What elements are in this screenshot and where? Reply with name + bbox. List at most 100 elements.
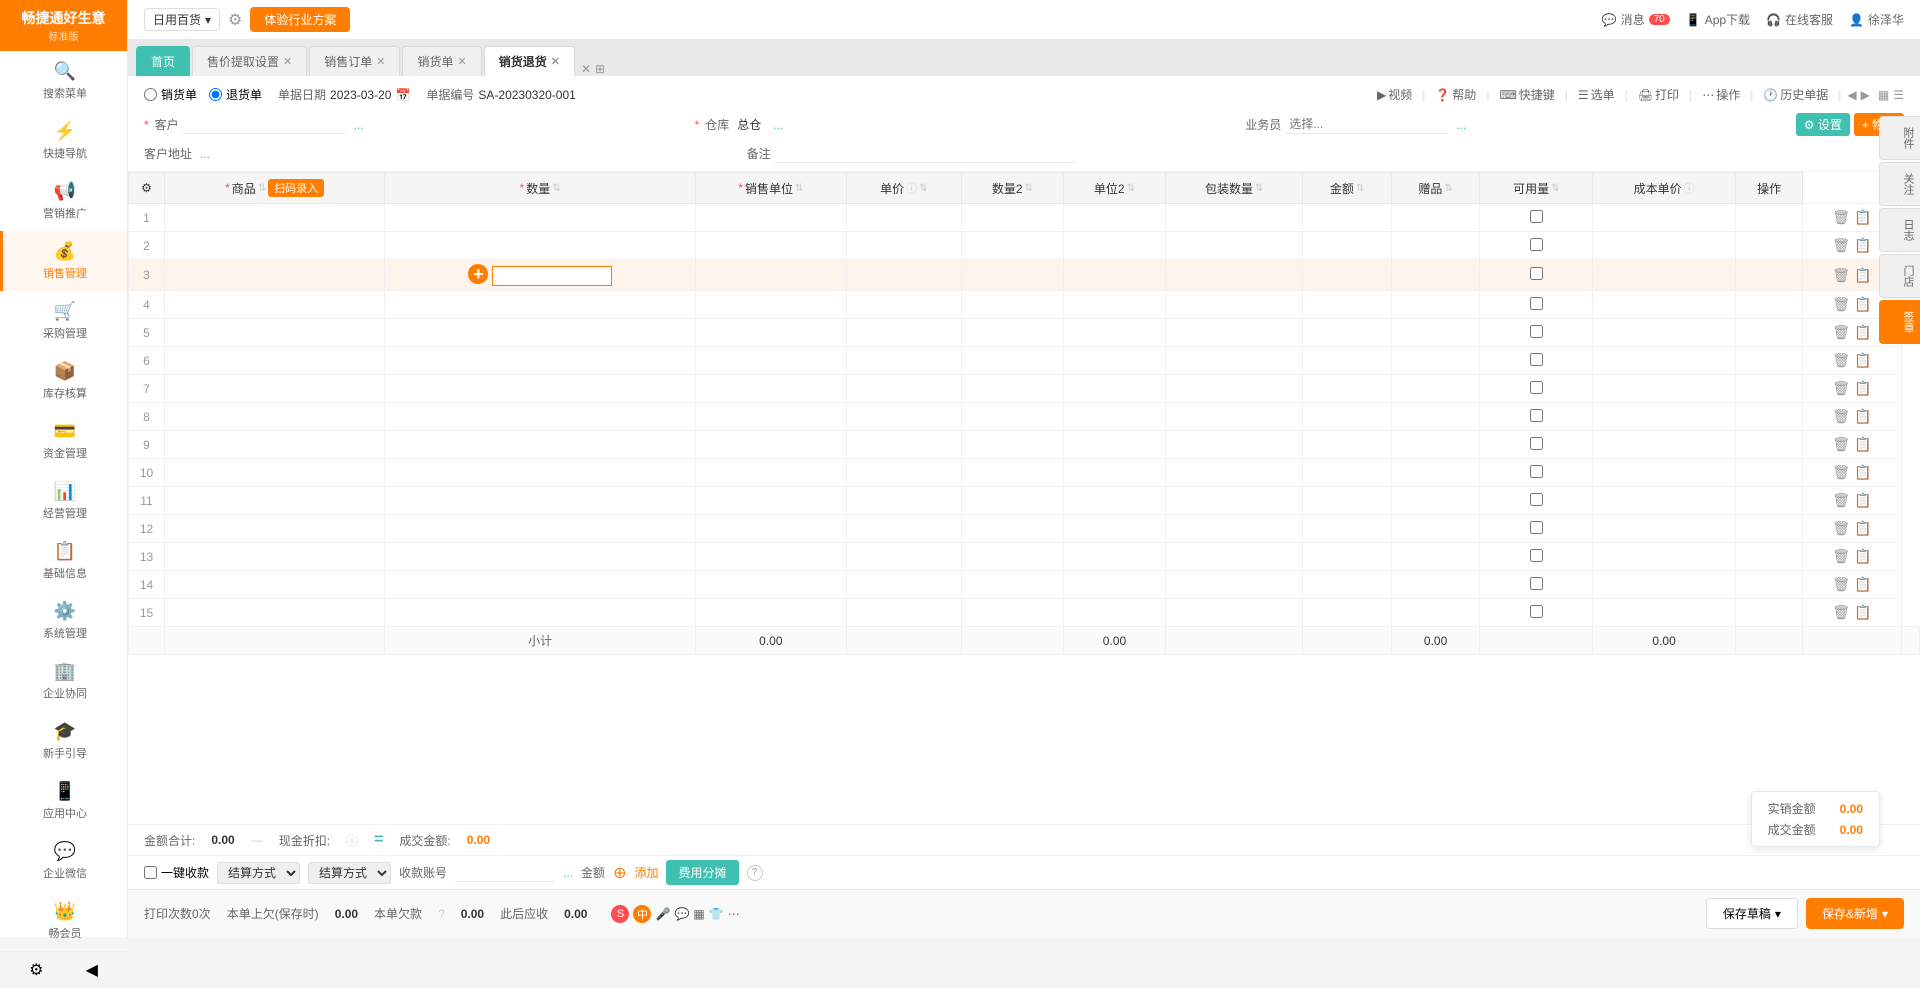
sidebar-item-basic[interactable]: 📋 基础信息 (0, 531, 127, 591)
cell-available-12[interactable] (1593, 515, 1736, 543)
cell-qty2-14[interactable] (1063, 571, 1165, 599)
cell-unit-price-11[interactable] (961, 487, 1063, 515)
radio-sale[interactable]: 销货单 (144, 86, 197, 103)
cell-sales-unit-9[interactable] (846, 431, 961, 459)
toolbar-operate[interactable]: ⋯ 操作 (1698, 84, 1744, 105)
account-dots[interactable]: ... (563, 866, 573, 880)
cell-unit2-8[interactable] (1165, 403, 1302, 431)
sidebar-item-enterprise[interactable]: 🏢 企业协同 (0, 651, 127, 711)
cell-qty-5[interactable] (695, 319, 846, 347)
cell-cost-price-4[interactable] (1735, 291, 1802, 319)
toolbar-history[interactable]: 🕐 历史单据 (1759, 84, 1832, 105)
sidebar-item-search[interactable]: 🔍 搜索菜单 (0, 51, 127, 111)
cell-cost-price-14[interactable] (1735, 571, 1802, 599)
cell-sales-unit-14[interactable] (846, 571, 961, 599)
cell-unit2-4[interactable] (1165, 291, 1302, 319)
cell-amount-5[interactable] (1391, 319, 1479, 347)
delete-icon-9[interactable]: 🗑 (1832, 436, 1850, 453)
gift-checkbox-1[interactable] (1530, 210, 1543, 223)
cell-qty2-10[interactable] (1063, 459, 1165, 487)
sidebar-item-inventory[interactable]: 📦 库存核算 (0, 351, 127, 411)
sort-gift-icon[interactable]: ⇅ (1444, 183, 1452, 194)
icon-grid[interactable]: ▦ (693, 907, 704, 921)
cell-qty-10[interactable] (695, 459, 846, 487)
gift-checkbox-7[interactable] (1530, 381, 1543, 394)
delete-icon-14[interactable]: 🗑 (1832, 576, 1850, 593)
add-row-btn[interactable]: + (468, 264, 488, 284)
gift-checkbox-4[interactable] (1530, 297, 1543, 310)
cell-unit-price-5[interactable] (961, 319, 1063, 347)
cell-amount-2[interactable] (1391, 232, 1479, 260)
calc-method-select[interactable]: 结算方式 (308, 862, 391, 884)
copy-icon-4[interactable]: 📋 (1854, 296, 1871, 313)
sort-qty2-icon[interactable]: ⇅ (1025, 183, 1033, 194)
one-click-pay-check[interactable]: 一键收款 (144, 864, 209, 881)
cell-product-7[interactable] (385, 375, 696, 403)
cell-amount-10[interactable] (1391, 459, 1479, 487)
industry-select[interactable]: 日用百货 ▾ (144, 8, 220, 31)
discount-info-icon[interactable]: ⓘ (346, 832, 358, 849)
sidebar-item-purchase[interactable]: 🛒 采购管理 (0, 291, 127, 351)
tab-expand-icon[interactable]: ⊞ (595, 62, 605, 76)
fees-btn[interactable]: 费用分摊 (666, 860, 738, 885)
cell-unit2-9[interactable] (1165, 431, 1302, 459)
sort-unit-price-icon[interactable]: ⇅ (919, 183, 927, 194)
gift-checkbox-14[interactable] (1530, 577, 1543, 590)
cell-available-13[interactable] (1593, 543, 1736, 571)
sidebar-item-finance[interactable]: 💳 资金管理 (0, 411, 127, 471)
cell-cost-price-8[interactable] (1735, 403, 1802, 431)
gift-checkbox-11[interactable] (1530, 493, 1543, 506)
app-download-area[interactable]: 📱 App下载 (1686, 11, 1750, 28)
cell-sales-unit-7[interactable] (846, 375, 961, 403)
tab-close-all[interactable]: ✕ (581, 62, 591, 76)
cell-cost-price-5[interactable] (1735, 319, 1802, 347)
gift-checkbox-9[interactable] (1530, 437, 1543, 450)
cell-unit-price-7[interactable] (961, 375, 1063, 403)
cell-unit2-15[interactable] (1165, 599, 1302, 627)
cell-available-15[interactable] (1593, 599, 1736, 627)
cell-qty-15[interactable] (695, 599, 846, 627)
cell-sales-unit-2[interactable] (846, 232, 961, 260)
sidebar-item-marketing[interactable]: 📢 营销推广 (0, 171, 127, 231)
delete-icon-6[interactable]: 🗑 (1832, 352, 1850, 369)
cell-qty2-8[interactable] (1063, 403, 1165, 431)
cell-amount-6[interactable] (1391, 347, 1479, 375)
product-input-3[interactable] (492, 266, 612, 286)
cell-qty2-15[interactable] (1063, 599, 1165, 627)
view-table-icon[interactable]: ▦ (1878, 88, 1889, 102)
delete-icon-2[interactable]: 🗑 (1832, 237, 1850, 254)
collapse-icon[interactable]: ◀ (86, 960, 98, 980)
experience-btn[interactable]: 体验行业方案 (250, 7, 350, 32)
delete-icon-7[interactable]: 🗑 (1832, 380, 1850, 397)
cell-product-5[interactable] (385, 319, 696, 347)
copy-icon-7[interactable]: 📋 (1854, 380, 1871, 397)
tab-price-settings-close[interactable]: ✕ (283, 55, 292, 68)
copy-icon-3[interactable]: 📋 (1854, 267, 1871, 284)
cell-qty2-2[interactable] (1063, 232, 1165, 260)
cell-cost-price-15[interactable] (1735, 599, 1802, 627)
cell-cost-price-11[interactable] (1735, 487, 1802, 515)
tab-sales-return-close[interactable]: ✕ (551, 55, 560, 68)
cell-qty-1[interactable] (695, 204, 846, 232)
unit-price-info-icon[interactable]: ⓘ (906, 180, 917, 196)
sort-pack-qty-icon[interactable]: ⇅ (1255, 183, 1263, 194)
cell-qty-7[interactable] (695, 375, 846, 403)
copy-icon-1[interactable]: 📋 (1854, 209, 1871, 226)
cell-unit-price-12[interactable] (961, 515, 1063, 543)
cell-qty2-13[interactable] (1063, 543, 1165, 571)
cell-unit-price-1[interactable] (961, 204, 1063, 232)
copy-icon-5[interactable]: 📋 (1854, 324, 1871, 341)
cell-cost-price-9[interactable] (1735, 431, 1802, 459)
cell-pack-qty-14[interactable] (1303, 571, 1391, 599)
cell-unit-price-9[interactable] (961, 431, 1063, 459)
right-panel-btn-1[interactable]: 附件 (1879, 116, 1920, 160)
cell-product-4[interactable] (385, 291, 696, 319)
sidebar-item-shortcuts[interactable]: ⚡ 快捷导航 (0, 111, 127, 171)
view-list-icon[interactable]: ☰ (1893, 88, 1904, 102)
cell-unit2-1[interactable] (1165, 204, 1302, 232)
sidebar-item-wechat[interactable]: 💬 企业微信 (0, 831, 127, 891)
cell-pack-qty-7[interactable] (1303, 375, 1391, 403)
online-service-area[interactable]: 🎧 在线客服 (1766, 11, 1833, 28)
cell-unit2-10[interactable] (1165, 459, 1302, 487)
cell-unit-price-8[interactable] (961, 403, 1063, 431)
